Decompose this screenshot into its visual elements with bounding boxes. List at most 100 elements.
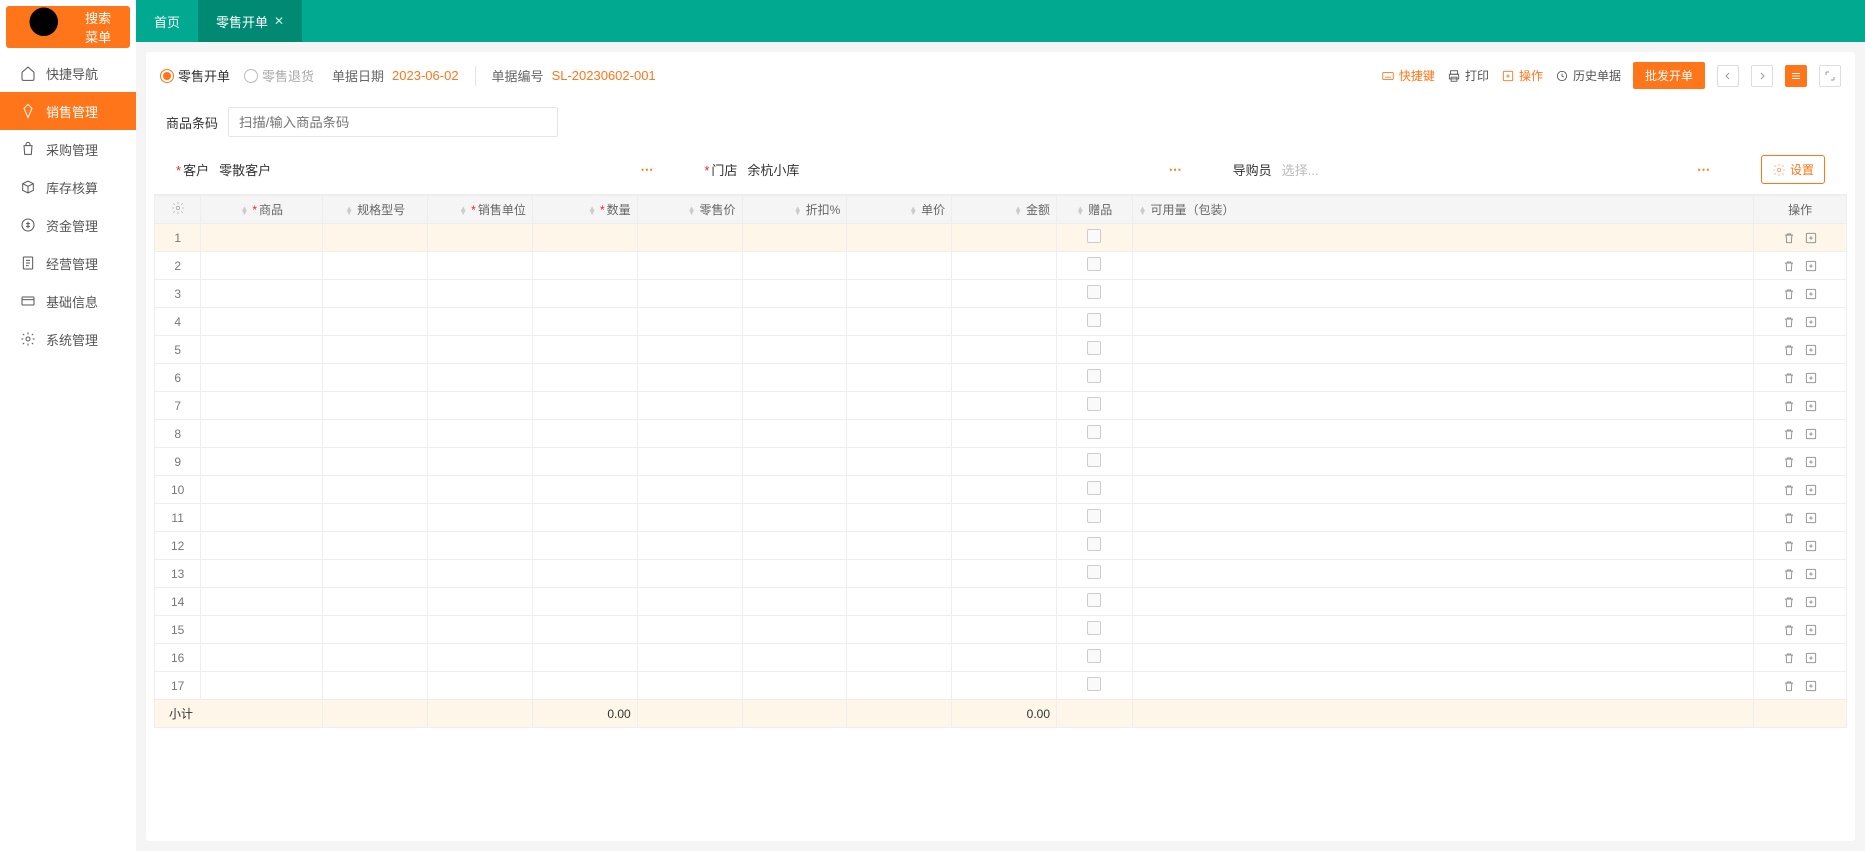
add-row-icon[interactable] [1804,287,1818,301]
delete-icon[interactable] [1782,623,1796,637]
cell-spec[interactable] [323,224,428,252]
cell-unit[interactable] [428,224,533,252]
cell-spec[interactable] [323,588,428,616]
next-button[interactable] [1751,65,1773,87]
cell-discount[interactable] [742,560,847,588]
cell-amount[interactable] [952,336,1057,364]
cell-spec[interactable] [323,336,428,364]
tab-0[interactable]: 首页 [136,0,198,42]
cell-retail-price[interactable] [637,644,742,672]
cell-amount[interactable] [952,476,1057,504]
table-row[interactable]: 16 [155,644,1847,672]
cell-discount[interactable] [742,364,847,392]
cell-retail-price[interactable] [637,616,742,644]
cell-spec[interactable] [323,476,428,504]
cell-unit-price[interactable] [847,420,952,448]
th-product[interactable]: ▲▼*商品 [201,196,323,224]
checkbox-icon[interactable] [1087,481,1101,495]
table-row[interactable]: 17 [155,672,1847,700]
cell-qty[interactable] [532,252,637,280]
cell-amount[interactable] [952,420,1057,448]
close-icon[interactable]: ✕ [274,14,284,28]
checkbox-icon[interactable] [1087,285,1101,299]
cell-qty[interactable] [532,588,637,616]
cell-gift[interactable] [1057,504,1133,532]
cell-gift[interactable] [1057,252,1133,280]
add-row-icon[interactable] [1804,623,1818,637]
cell-retail-price[interactable] [637,420,742,448]
checkbox-icon[interactable] [1087,425,1101,439]
nav-item-1[interactable]: 销售管理 [0,92,136,130]
cell-discount[interactable] [742,448,847,476]
cell-retail-price[interactable] [637,476,742,504]
add-row-icon[interactable] [1804,595,1818,609]
nav-item-3[interactable]: 库存核算 [0,168,136,206]
cell-gift[interactable] [1057,476,1133,504]
cell-qty[interactable] [532,476,637,504]
cell-product[interactable] [201,252,323,280]
cell-unit[interactable] [428,476,533,504]
table-wrap[interactable]: ▲▼*商品 ▲▼规格型号 ▲▼*销售单位 ▲▼*数量 ▲▼零售价 ▲▼折扣% ▲… [154,194,1847,841]
cell-product[interactable] [201,364,323,392]
cell-amount[interactable] [952,308,1057,336]
cell-qty[interactable] [532,336,637,364]
cell-gift[interactable] [1057,224,1133,252]
checkbox-icon[interactable] [1087,257,1101,271]
cell-amount[interactable] [952,560,1057,588]
cell-gift[interactable] [1057,588,1133,616]
cell-amount[interactable] [952,616,1057,644]
cell-gift[interactable] [1057,392,1133,420]
cell-product[interactable] [201,504,323,532]
nav-item-0[interactable]: 快捷导航 [0,54,136,92]
table-row[interactable]: 14 [155,588,1847,616]
cell-spec[interactable] [323,420,428,448]
nav-item-5[interactable]: 经营管理 [0,244,136,282]
delete-icon[interactable] [1782,315,1796,329]
cell-discount[interactable] [742,224,847,252]
checkbox-icon[interactable] [1087,677,1101,691]
cell-retail-price[interactable] [637,560,742,588]
cell-gift[interactable] [1057,532,1133,560]
add-row-icon[interactable] [1804,567,1818,581]
cell-retail-price[interactable] [637,224,742,252]
th-qty[interactable]: ▲▼*数量 [532,196,637,224]
table-row[interactable]: 13 [155,560,1847,588]
cell-spec[interactable] [323,644,428,672]
cell-spec[interactable] [323,308,428,336]
cell-spec[interactable] [323,392,428,420]
delete-icon[interactable] [1782,567,1796,581]
th-amount[interactable]: ▲▼金额 [952,196,1057,224]
add-row-icon[interactable] [1804,651,1818,665]
add-row-icon[interactable] [1804,315,1818,329]
cell-unit[interactable] [428,308,533,336]
cell-qty[interactable] [532,532,637,560]
print-button[interactable]: 打印 [1447,67,1489,84]
checkbox-icon[interactable] [1087,565,1101,579]
batch-create-button[interactable]: 批发开单 [1633,62,1705,89]
operate-button[interactable]: 操作 [1501,67,1543,84]
list-view-button[interactable] [1785,65,1807,87]
cell-spec[interactable] [323,364,428,392]
cell-qty[interactable] [532,644,637,672]
cell-product[interactable] [201,224,323,252]
add-row-icon[interactable] [1804,679,1818,693]
table-row[interactable]: 12 [155,532,1847,560]
prev-button[interactable] [1717,65,1739,87]
cell-unit[interactable] [428,364,533,392]
cell-qty[interactable] [532,448,637,476]
checkbox-icon[interactable] [1087,313,1101,327]
cell-gift[interactable] [1057,364,1133,392]
add-row-icon[interactable] [1804,483,1818,497]
table-row[interactable]: 6 [155,364,1847,392]
cell-amount[interactable] [952,532,1057,560]
cell-unit-price[interactable] [847,672,952,700]
nav-item-4[interactable]: 资金管理 [0,206,136,244]
cell-unit[interactable] [428,560,533,588]
radio-sale[interactable]: 零售开单 [160,66,230,85]
cell-retail-price[interactable] [637,448,742,476]
cell-unit-price[interactable] [847,644,952,672]
cell-gift[interactable] [1057,308,1133,336]
cell-product[interactable] [201,420,323,448]
checkbox-icon[interactable] [1087,509,1101,523]
add-row-icon[interactable] [1804,539,1818,553]
